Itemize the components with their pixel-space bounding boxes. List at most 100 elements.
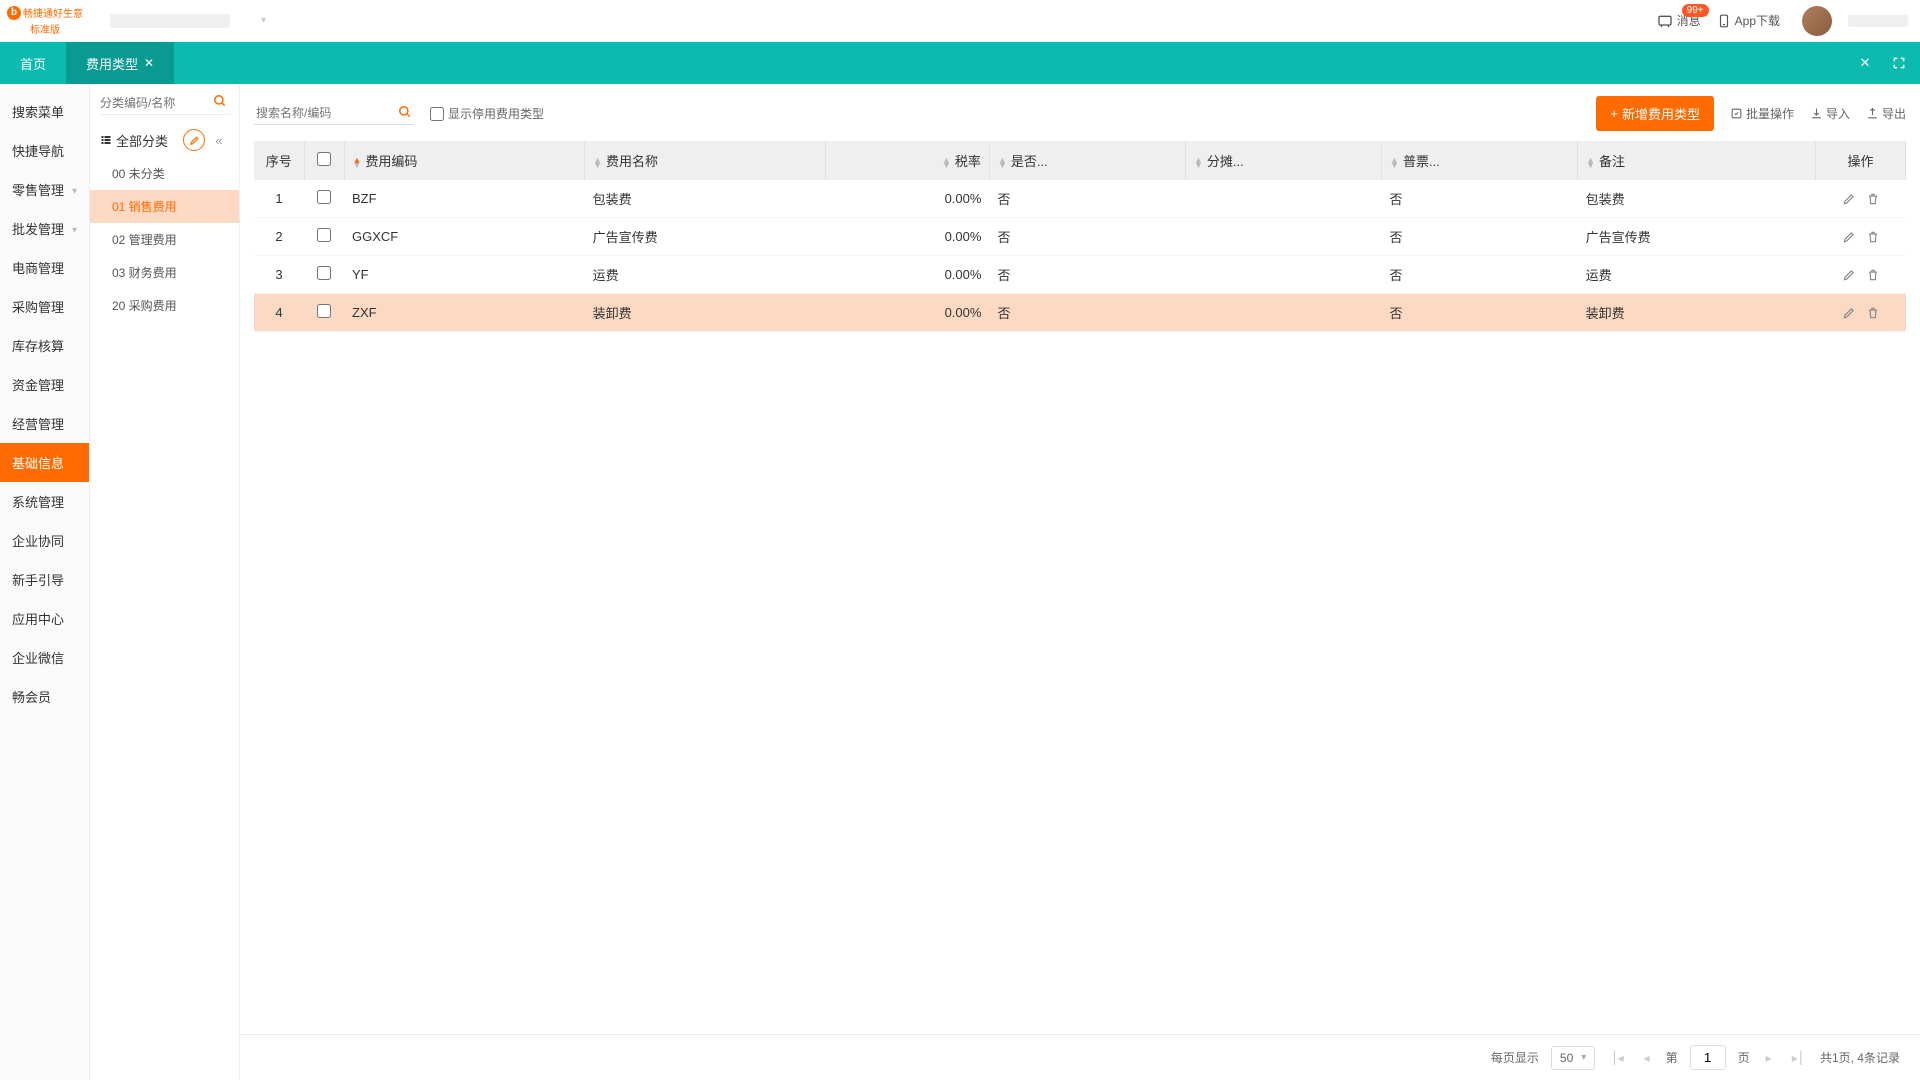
sidebar-item-0[interactable]: 搜索菜单 xyxy=(0,92,89,131)
category-item-0[interactable]: 00 未分类 xyxy=(90,157,239,190)
show-disabled-checkbox-input[interactable] xyxy=(430,107,444,121)
tab-home[interactable]: 首页 xyxy=(0,42,66,84)
fullscreen-icon xyxy=(1892,56,1906,70)
sidebar-item-4[interactable]: 电商管理 xyxy=(0,248,89,287)
col-is[interactable]: ▲▼是否... xyxy=(989,141,1185,180)
user-name[interactable] xyxy=(1848,15,1908,27)
table-search-input[interactable] xyxy=(254,102,414,125)
cell-checkbox xyxy=(304,180,344,218)
edit-row-button[interactable] xyxy=(1842,230,1856,244)
app-download-link[interactable]: App下载 xyxy=(1717,12,1780,29)
category-search xyxy=(90,84,239,123)
sidebar-item-5[interactable]: 采购管理 xyxy=(0,287,89,326)
row-checkbox[interactable] xyxy=(317,304,331,318)
sidebar-item-14[interactable]: 企业微信 xyxy=(0,638,89,677)
cell-alloc xyxy=(1185,180,1381,218)
next-page-button[interactable]: ▸ xyxy=(1762,1051,1776,1065)
category-edit-button[interactable] xyxy=(183,129,205,151)
category-item-4[interactable]: 20 采购费用 xyxy=(90,289,239,322)
sidebar-item-12[interactable]: 新手引导 xyxy=(0,560,89,599)
per-page-select[interactable]: 50 ▾ xyxy=(1551,1046,1595,1070)
sidebar-item-6[interactable]: 库存核算 xyxy=(0,326,89,365)
cell-code: BZF xyxy=(344,180,585,218)
edit-icon xyxy=(1842,306,1856,320)
cell-ticket: 否 xyxy=(1382,180,1578,218)
cell-remark: 广告宣传费 xyxy=(1578,218,1816,256)
col-name[interactable]: ▲▼费用名称 xyxy=(585,141,826,180)
sidebar-item-label: 采购管理 xyxy=(12,297,64,316)
sidebar-item-3[interactable]: 批发管理 xyxy=(0,209,89,248)
col-code[interactable]: ▲▼费用编码 xyxy=(344,141,585,180)
col-alloc[interactable]: ▲▼分摊... xyxy=(1185,141,1381,180)
edit-icon xyxy=(1842,268,1856,282)
search-icon[interactable] xyxy=(213,94,227,108)
fullscreen-button[interactable] xyxy=(1886,50,1912,76)
table-row[interactable]: 4ZXF装卸费0.00%否否装卸费 xyxy=(254,294,1906,332)
edit-row-button[interactable] xyxy=(1842,192,1856,206)
table-row[interactable]: 3YF运费0.00%否否运费 xyxy=(254,256,1906,294)
cell-index: 3 xyxy=(254,256,304,294)
table-row[interactable]: 1BZF包装费0.00%否否包装费 xyxy=(254,180,1906,218)
export-button[interactable]: 导出 xyxy=(1866,105,1906,122)
page-input[interactable] xyxy=(1690,1045,1726,1070)
row-checkbox[interactable] xyxy=(317,228,331,242)
category-item-2[interactable]: 02 管理费用 xyxy=(90,223,239,256)
col-remark[interactable]: ▲▼备注 xyxy=(1578,141,1816,180)
sidebar-item-10[interactable]: 系统管理 xyxy=(0,482,89,521)
collapse-panel-button[interactable]: « xyxy=(209,133,229,148)
delete-row-button[interactable] xyxy=(1866,192,1880,206)
delete-row-button[interactable] xyxy=(1866,268,1880,282)
show-disabled-checkbox[interactable]: 显示停用费用类型 xyxy=(430,105,544,122)
sidebar-item-1[interactable]: 快捷导航 xyxy=(0,131,89,170)
avatar[interactable] xyxy=(1802,6,1832,36)
add-new-button[interactable]: + 新增费用类型 xyxy=(1596,96,1714,131)
prev-page-button[interactable]: ◂ xyxy=(1640,1051,1654,1065)
sidebar-item-11[interactable]: 企业协同 xyxy=(0,521,89,560)
delete-row-button[interactable] xyxy=(1866,306,1880,320)
company-selector[interactable]: ▾ xyxy=(98,0,278,42)
category-item-1[interactable]: 01 销售费用 xyxy=(90,190,239,223)
logo[interactable]: b畅捷通好生意 标准版 xyxy=(0,0,90,42)
batch-button[interactable]: 批量操作 xyxy=(1730,105,1794,122)
sidebar-item-7[interactable]: 资金管理 xyxy=(0,365,89,404)
col-rate[interactable]: ▲▼税率 xyxy=(825,141,989,180)
col-ticket[interactable]: ▲▼普票... xyxy=(1382,141,1578,180)
cell-ticket: 否 xyxy=(1382,256,1578,294)
import-icon xyxy=(1810,107,1823,120)
sidebar-item-9[interactable]: 基础信息 xyxy=(0,443,89,482)
category-item-3[interactable]: 03 财务费用 xyxy=(90,256,239,289)
cell-code: GGXCF xyxy=(344,218,585,256)
messages-link[interactable]: 消息 99+ xyxy=(1657,12,1701,29)
table-row[interactable]: 2GGXCF广告宣传费0.00%否否广告宣传费 xyxy=(254,218,1906,256)
top-header: b畅捷通好生意 标准版 ▾ 消息 99+ App下载 xyxy=(0,0,1920,42)
last-page-button[interactable]: ▸⎮ xyxy=(1788,1051,1808,1065)
col-remark-label: 备注 xyxy=(1599,154,1625,169)
row-checkbox[interactable] xyxy=(317,266,331,280)
cell-checkbox xyxy=(304,256,344,294)
col-operation: 操作 xyxy=(1816,141,1906,180)
col-index[interactable]: 序号 xyxy=(254,141,304,180)
edit-icon xyxy=(1842,230,1856,244)
row-checkbox[interactable] xyxy=(317,190,331,204)
plus-icon: + xyxy=(1610,106,1618,121)
sidebar-item-label: 零售管理 xyxy=(12,180,64,199)
logo-text: 畅捷通好生意 xyxy=(23,5,83,20)
category-search-input[interactable] xyxy=(98,92,231,115)
delete-row-button[interactable] xyxy=(1866,230,1880,244)
tab-expense-type[interactable]: 费用类型 ✕ xyxy=(66,42,174,84)
close-icon[interactable]: ✕ xyxy=(144,56,154,70)
close-all-tabs-button[interactable]: ✕ xyxy=(1852,50,1878,76)
select-all-checkbox[interactable] xyxy=(317,152,331,166)
edit-row-button[interactable] xyxy=(1842,268,1856,282)
sidebar-item-13[interactable]: 应用中心 xyxy=(0,599,89,638)
sidebar-item-8[interactable]: 经营管理 xyxy=(0,404,89,443)
sidebar-item-15[interactable]: 畅会员 xyxy=(0,677,89,716)
first-page-button[interactable]: ⎮◂ xyxy=(1607,1051,1627,1065)
search-icon[interactable] xyxy=(398,105,412,119)
col-checkbox[interactable] xyxy=(304,141,344,180)
sidebar-item-2[interactable]: 零售管理 xyxy=(0,170,89,209)
toolbar: 显示停用费用类型 + 新增费用类型 批量操作 导入 xyxy=(240,90,1920,141)
edit-row-button[interactable] xyxy=(1842,306,1856,320)
category-header-left[interactable]: 全部分类 xyxy=(100,131,168,150)
import-button[interactable]: 导入 xyxy=(1810,105,1850,122)
